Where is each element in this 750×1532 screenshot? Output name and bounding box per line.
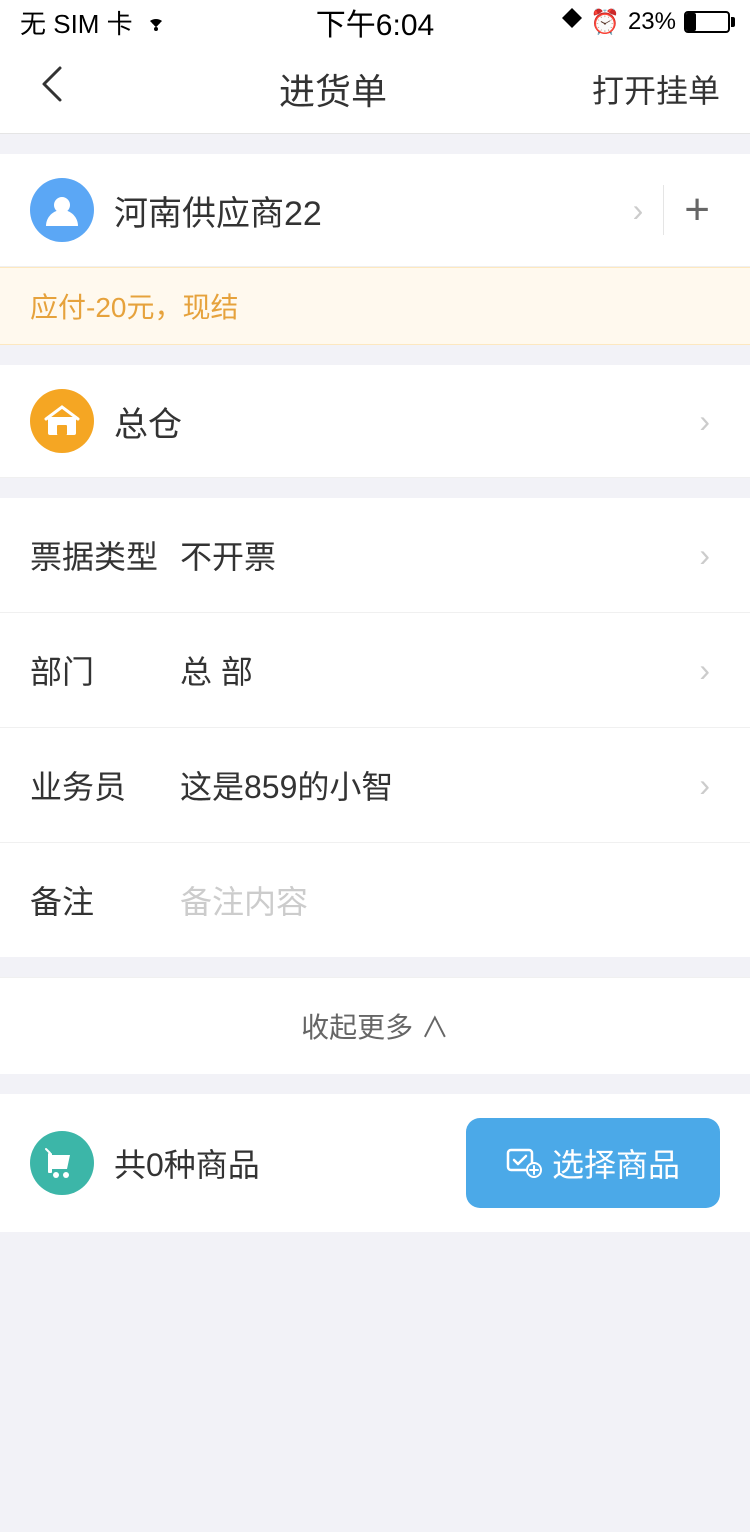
wifi-icon [141,7,171,38]
add-supplier-button[interactable]: + [674,188,720,232]
invoice-label: 票据类型 [30,532,170,578]
select-product-button[interactable]: 选择商品 [466,1118,720,1208]
status-left: 无 SIM 卡 [20,4,171,41]
status-right: ⏰ 23% [562,8,730,37]
supplier-chevron-icon: › [633,192,644,229]
alarm-icon: ⏰ [590,8,620,37]
dept-chevron-icon: › [699,652,710,689]
dept-row[interactable]: 部门 总 部 › [0,613,750,728]
remark-label: 备注 [30,877,170,923]
nav-bar: 进货单 打开挂单 [0,44,750,134]
collapse-toggle[interactable]: 收起更多 ∧ [0,977,750,1074]
open-pending-button[interactable]: 打开挂单 [592,66,720,112]
sales-label: 业务员 [30,762,170,808]
dept-value: 总 部 [170,647,699,693]
warehouse-icon [30,389,94,453]
product-count-label: 共0种商品 [114,1140,260,1186]
supplier-row[interactable]: 河南供应商22 › + [0,154,750,267]
page-background [0,1232,750,1532]
invoice-row[interactable]: 票据类型 不开票 › [0,498,750,613]
invoice-chevron-icon: › [699,537,710,574]
cart-icon [30,1131,94,1195]
product-summary: 共0种商品 [30,1131,260,1195]
warehouse-name: 总仓 [114,397,699,446]
warehouse-chevron-icon: › [699,403,710,440]
page-title: 进货单 [279,63,387,115]
select-btn-label: 选择商品 [552,1140,680,1186]
back-button[interactable] [30,54,74,124]
supplier-name: 河南供应商22 [114,186,633,235]
remark-input[interactable]: 备注内容 [170,877,720,923]
supplier-card: 河南供应商22 › + 应付-20元，现结 [0,154,750,345]
invoice-value: 不开票 [170,532,699,578]
supplier-notice: 应付-20元，现结 [0,267,750,345]
location-icon [562,8,582,37]
form-section: 票据类型 不开票 › 部门 总 部 › 业务员 这是859的小智 › 备注 备注… [0,498,750,957]
warehouse-row[interactable]: 总仓 › [0,365,750,478]
section-gap-1 [0,134,750,154]
supplier-avatar [30,178,94,242]
dept-label: 部门 [30,647,170,693]
status-bar: 无 SIM 卡 下午6:04 ⏰ 23% [0,0,750,44]
collapse-label: 收起更多 ∧ [301,1012,449,1043]
sales-chevron-icon: › [699,767,710,804]
remark-row[interactable]: 备注 备注内容 [0,843,750,957]
divider [663,185,664,235]
sales-row[interactable]: 业务员 这是859的小智 › [0,728,750,843]
status-time: 下午6:04 [316,0,434,44]
bottom-bar: 共0种商品 选择商品 [0,1094,750,1232]
battery-percentage: 23% [628,8,676,36]
carrier-label: 无 SIM 卡 [20,4,133,41]
battery-icon [684,11,730,33]
sales-value: 这是859的小智 [170,762,699,808]
